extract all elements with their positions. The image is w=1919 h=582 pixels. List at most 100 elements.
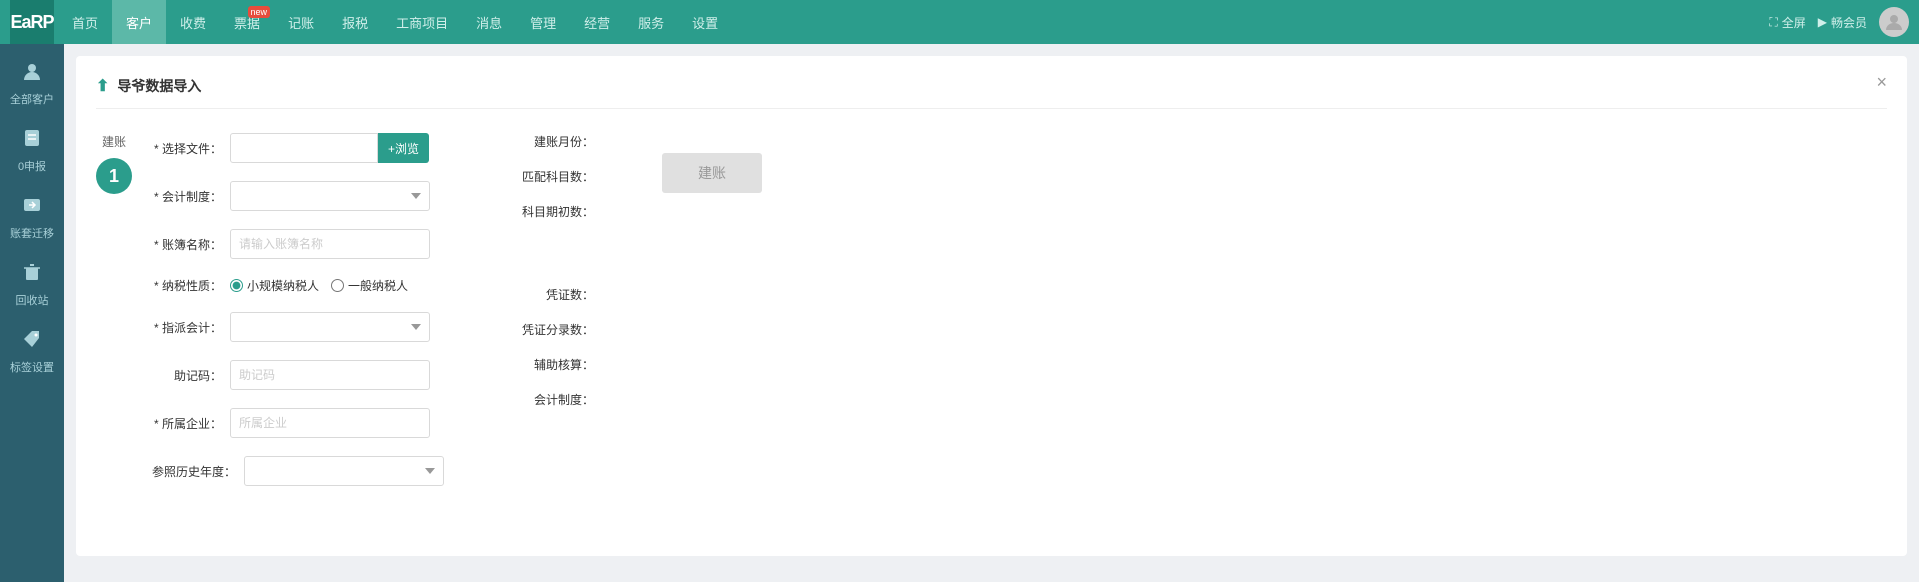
accounting-system-row: 会计制度： [504,391,602,408]
new-badge: new [248,6,271,18]
step-label: 建账 [102,133,126,150]
company-label: * 所属企业： [152,415,222,432]
build-month-label: 建账月份： [504,133,594,150]
aux-calc-label: 辅助核算： [504,356,594,373]
top-navigation: EaRP 首页 客户 收费 票据new 记账 报税 工商项目 消息 管理 经营 … [0,0,1919,44]
period-init-row: 科目期初数： [504,203,602,220]
nav-item-bookkeeping[interactable]: 记账 [274,0,328,44]
accounting-row: * 会计制度： [152,181,444,211]
sidebar-item-trash[interactable]: 回收站 [0,253,64,316]
memo-label: 助记码： [152,367,222,384]
page-panel: ⬆ 导爷数据导入 × 建账 1 * 选择文件： [76,56,1907,556]
tax-general-radio[interactable]: 一般纳税人 [331,277,408,294]
import-icon: ⬆ [96,76,109,96]
tax-small-label: 小规模纳税人 [247,277,319,294]
tax-general-input[interactable] [331,279,344,292]
file-label: * 选择文件： [152,140,222,157]
sidebar-label-migrate: 账套迁移 [10,225,54,241]
nav-item-operation[interactable]: 经营 [570,0,624,44]
nav-item-manage[interactable]: 管理 [516,0,570,44]
nav-item-invoice[interactable]: 票据new [220,0,274,44]
vip-btn[interactable]: ▶ 畅会员 [1818,14,1867,31]
sidebar: 全部客户 0申报 账套迁移 [0,44,64,582]
period-init-label: 科目期初数： [504,203,594,220]
panel-title: 导爷数据导入 [117,76,201,96]
nav-item-tax[interactable]: 报税 [328,0,382,44]
sidebar-label-trash: 回收站 [16,292,49,308]
fullscreen-icon: ⛶ [1769,15,1777,30]
voucher-entries-label: 凭证分录数： [504,321,594,338]
history-year-row: 参照历史年度： [152,456,444,486]
memo-row: 助记码： [152,360,444,390]
tax-type-row: * 纳税性质： 小规模纳税人 一般纳税人 [152,277,444,294]
build-month-row: 建账月份： [504,133,602,150]
step-wrapper: 建账 1 [96,133,132,194]
history-year-select[interactable] [244,456,444,486]
app-logo: EaRP [10,0,54,44]
accountant-select[interactable] [230,312,430,342]
accountant-label: * 指派会计： [152,319,222,336]
migrate-icon [21,194,43,222]
nav-item-service[interactable]: 服务 [624,0,678,44]
build-button: 建账 [662,153,762,193]
content-area: ⬆ 导爷数据导入 × 建账 1 * 选择文件： [64,44,1919,582]
declare-icon [21,127,43,155]
fullscreen-btn[interactable]: ⛶ 全屏 [1769,14,1805,31]
ledger-name-input[interactable] [230,229,430,259]
vip-label: 畅会员 [1831,14,1867,31]
trash-icon [21,261,43,289]
ledger-name-label: * 账簿名称： [152,236,222,253]
voucher-entries-row: 凭证分录数： [504,321,602,338]
match-subjects-row: 匹配科目数： [504,168,602,185]
right-fields: 建账月份： 匹配科目数： 科目期初数： [504,133,602,486]
close-button[interactable]: × [1876,72,1887,93]
browse-button[interactable]: +浏览 [378,133,429,163]
accounting-label: * 会计制度： [152,188,222,205]
tax-general-label: 一般纳税人 [348,277,408,294]
form-wrapper: 建账 1 * 选择文件： +浏览 [96,133,1887,486]
sidebar-label-tags: 标签设置 [10,359,54,375]
sidebar-item-tags[interactable]: 标签设置 [0,320,64,383]
nav-item-business[interactable]: 工商项目 [382,0,462,44]
sidebar-label-all-clients: 全部客户 [10,91,54,107]
left-fields: * 选择文件： +浏览 * 会计制度： [152,133,444,486]
step-circle: 1 [96,158,132,194]
accountant-row: * 指派会计： [152,312,444,342]
company-input[interactable] [230,408,430,438]
nav-item-settings[interactable]: 设置 [678,0,732,44]
accounting-select[interactable] [230,181,430,211]
tags-icon [21,328,43,356]
history-year-label: 参照历史年度： [152,463,236,480]
fullscreen-label: 全屏 [1782,14,1806,31]
all-clients-icon [21,60,43,88]
vip-icon: ▶ [1818,15,1827,29]
voucher-row: 凭证数： [504,286,602,303]
tax-small-radio[interactable]: 小规模纳税人 [230,277,319,294]
match-subjects-label: 匹配科目数： [504,168,594,185]
action-column: 建账 [662,133,762,486]
memo-input[interactable] [230,360,430,390]
file-input[interactable] [230,133,378,163]
nav-item-message[interactable]: 消息 [462,0,516,44]
tax-type-label: * 纳税性质： [152,277,222,294]
company-row: * 所属企业： [152,408,444,438]
sidebar-item-declare[interactable]: 0申报 [0,119,64,182]
sidebar-item-all-clients[interactable]: 全部客户 [0,52,64,115]
panel-header: ⬆ 导爷数据导入 [96,76,1887,109]
voucher-label: 凭证数： [504,286,594,303]
ledger-name-row: * 账簿名称： [152,229,444,259]
accounting-system-label: 会计制度： [504,391,594,408]
nav-item-fee[interactable]: 收费 [166,0,220,44]
top-right-area: ⛶ 全屏 ▶ 畅会员 [1769,7,1909,37]
sidebar-item-migrate[interactable]: 账套迁移 [0,186,64,249]
spacer [504,238,602,268]
tax-small-input[interactable] [230,279,243,292]
sidebar-label-declare: 0申报 [18,158,46,174]
form-columns: * 选择文件： +浏览 * 会计制度： [152,133,1887,486]
nav-menu: 首页 客户 收费 票据new 记账 报税 工商项目 消息 管理 经营 服务 设置 [58,0,732,44]
main-layout: 全部客户 0申报 账套迁移 [0,44,1919,582]
tax-radio-group: 小规模纳税人 一般纳税人 [230,277,408,294]
nav-item-client[interactable]: 客户 [112,0,166,44]
user-avatar[interactable] [1879,7,1909,37]
nav-item-home[interactable]: 首页 [58,0,112,44]
